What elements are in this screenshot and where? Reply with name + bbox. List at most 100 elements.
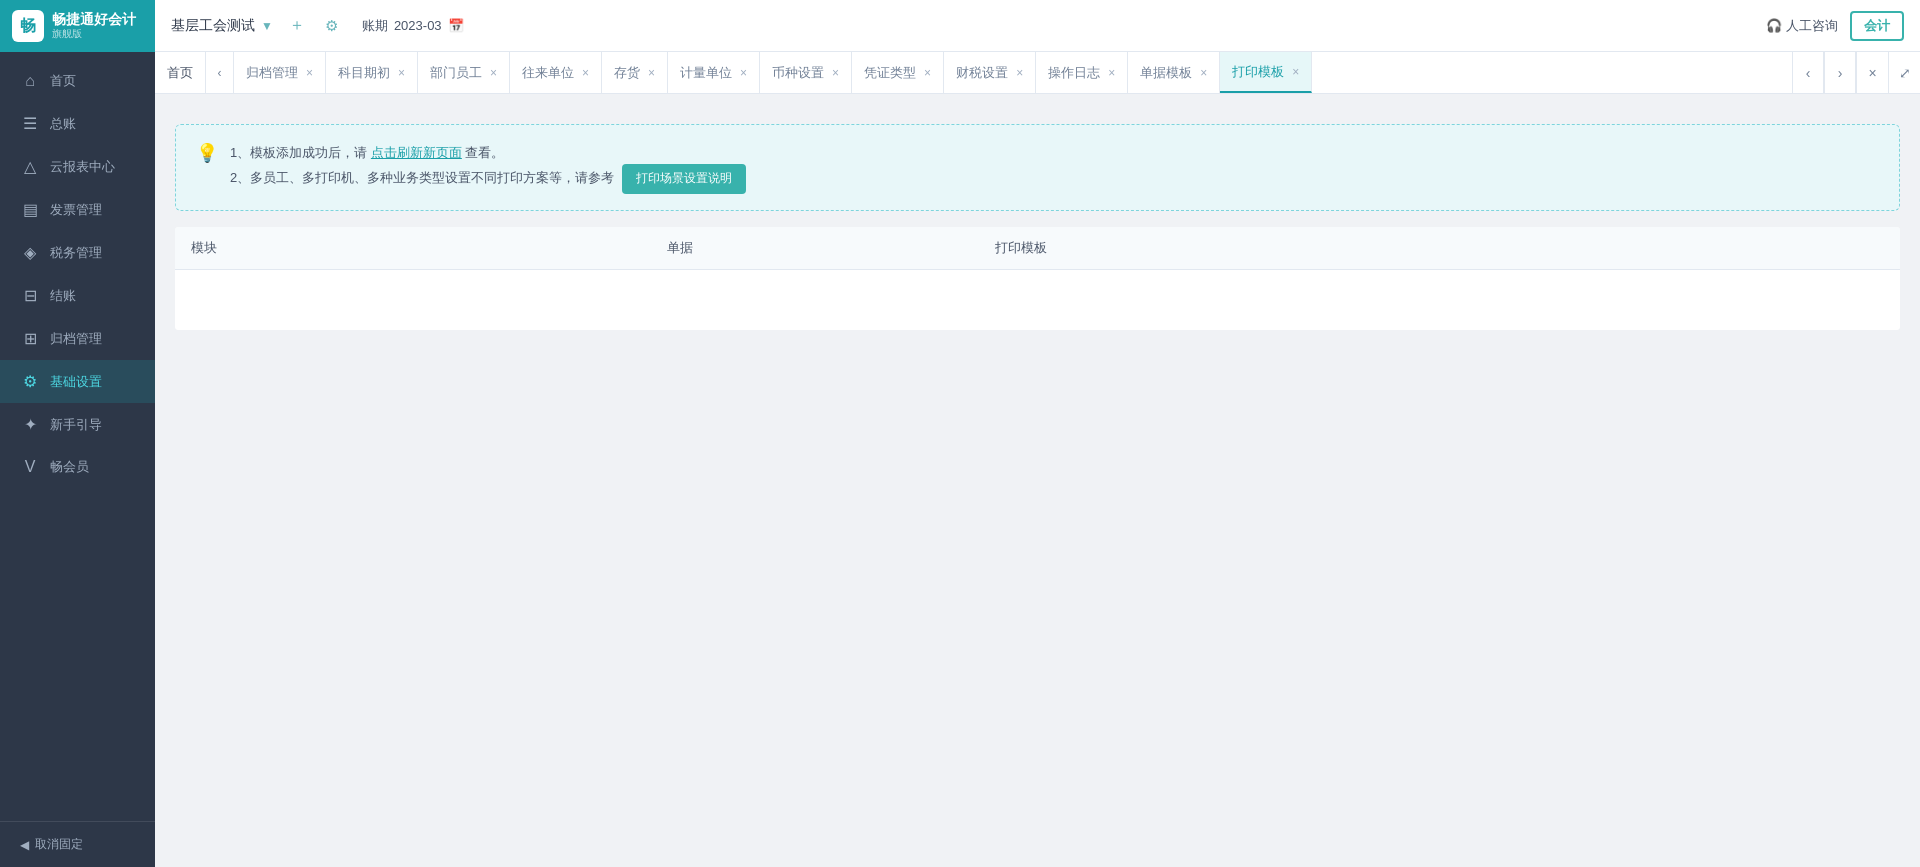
info-line1-end: 查看。 [465,145,504,160]
tab-unit-close[interactable]: × [740,66,747,80]
ledger-icon: ☰ [20,114,40,133]
tab-subject-close[interactable]: × [398,66,405,80]
tab-currency-close[interactable]: × [832,66,839,80]
tab-scroll-left[interactable]: ‹ [1792,52,1824,94]
info-line2-text: 2、多员工、多打印机、多种业务类型设置不同打印方案等，请参考 [230,170,614,185]
tab-archive-label: 归档管理 [246,64,298,82]
tab-actions: ‹ › × ⤢ [1792,52,1920,93]
sidebar-item-settings[interactable]: ⚙ 基础设置 [0,360,155,403]
tab-unit[interactable]: 计量单位 × [668,52,760,93]
sidebar-item-archive[interactable]: ⊞ 归档管理 [0,317,155,360]
company-dropdown-icon: ▼ [261,19,273,33]
logo-subtitle: 旗舰版 [52,27,136,41]
info-text-block: 1、模板添加成功后，请 点击刷新新页面 查看。 2、多员工、多打印机、多种业务类… [230,141,746,194]
sidebar-item-home[interactable]: ⌂ 首页 [0,60,155,102]
settings-gear-icon[interactable]: ⚙ [321,13,342,39]
sidebar-item-guide[interactable]: ✦ 新手引导 [0,403,155,446]
content-wrapper: 隐藏预置模板设置 💡 1、模板添加成功后，请 点击刷新新页面 查看。 2、多员工… [175,114,1900,330]
period-label: 账期 [362,17,388,35]
tab-currency-label: 币种设置 [772,64,824,82]
settings-icon: ⚙ [20,372,40,391]
sidebar-item-reports[interactable]: △ 云报表中心 [0,145,155,188]
sidebar-item-member-label: 畅会员 [50,458,89,476]
tab-voucher-label: 凭证类型 [864,64,916,82]
tab-supplier-close[interactable]: × [582,66,589,80]
sidebar-item-settlement-label: 结账 [50,287,76,305]
print-scene-button[interactable]: 打印场景设置说明 [622,164,746,194]
unpin-label: 取消固定 [35,836,83,853]
tab-home[interactable]: 首页 [155,52,206,93]
archive-icon: ⊞ [20,329,40,348]
sidebar-item-settings-label: 基础设置 [50,373,102,391]
tab-close-all[interactable]: × [1856,52,1888,94]
tab-archive[interactable]: 归档管理 × [234,52,326,93]
sidebar-item-member[interactable]: V 畅会员 [0,446,155,488]
member-icon: V [20,458,40,476]
settlement-icon: ⊟ [20,286,40,305]
tab-currency[interactable]: 币种设置 × [760,52,852,93]
tab-archive-close[interactable]: × [306,66,313,80]
tab-subject-label: 科目期初 [338,64,390,82]
table-header-print-template: 打印模板 [979,227,1900,269]
info-box-content: 💡 1、模板添加成功后，请 点击刷新新页面 查看。 2、多员工、多打印机、多种业… [196,141,1879,194]
info-box: 💡 1、模板添加成功后，请 点击刷新新页面 查看。 2、多员工、多打印机、多种业… [175,124,1900,211]
tab-dept[interactable]: 部门员工 × [418,52,510,93]
period-value: 2023-03 [394,18,442,33]
sidebar-item-ledger-label: 总账 [50,115,76,133]
tab-voucher-close[interactable]: × [924,66,931,80]
info-line1-text: 1、模板添加成功后，请 [230,145,367,160]
tab-expand[interactable]: ⤢ [1888,52,1920,94]
tab-oplog-label: 操作日志 [1048,64,1100,82]
tab-scroll-right[interactable]: › [1824,52,1856,94]
info-refresh-link[interactable]: 点击刷新新页面 [371,145,462,160]
tax-icon: ◈ [20,243,40,262]
tab-supplier[interactable]: 往来单位 × [510,52,602,93]
tab-taxset-close[interactable]: × [1016,66,1023,80]
sidebar-unpin-button[interactable]: ◀ 取消固定 [0,821,155,867]
topbar-right: 🎧 人工咨询 会计 [1766,11,1904,41]
tab-taxset[interactable]: 财税设置 × [944,52,1036,93]
topbar: 基层工会测试 ▼ ＋ ⚙ 账期 2023-03 📅 🎧 人工咨询 会计 [155,0,1920,52]
home-icon: ⌂ [20,72,40,90]
sidebar-item-ledger[interactable]: ☰ 总账 [0,102,155,145]
info-bulb-icon: 💡 [196,142,218,164]
tab-single[interactable]: 单据模板 × [1128,52,1220,93]
tab-stock-label: 存货 [614,64,640,82]
tab-oplog-close[interactable]: × [1108,66,1115,80]
sidebar-item-tax[interactable]: ◈ 税务管理 [0,231,155,274]
sidebar-item-invoice-label: 发票管理 [50,201,102,219]
calendar-icon[interactable]: 📅 [448,18,464,33]
tab-print[interactable]: 打印模板 × [1220,52,1312,93]
tabbar: 首页 ‹ 归档管理 × 科目期初 × 部门员工 × 往来单位 × 存货 × 计量… [155,52,1920,94]
add-company-button[interactable]: ＋ [285,11,309,40]
table-body-empty [175,270,1900,330]
tab-taxset-label: 财税设置 [956,64,1008,82]
sidebar-item-reports-label: 云报表中心 [50,158,115,176]
tab-single-close[interactable]: × [1200,66,1207,80]
logo-icon: 畅 [12,10,44,42]
sidebar-item-guide-label: 新手引导 [50,416,102,434]
kuaiji-button[interactable]: 会计 [1850,11,1904,41]
sidebar-item-archive-label: 归档管理 [50,330,102,348]
tab-dept-label: 部门员工 [430,64,482,82]
tab-dept-close[interactable]: × [490,66,497,80]
sidebar-logo: 畅 畅捷通好会计 旗舰版 [0,0,155,52]
table-header-single: 单据 [651,227,979,269]
tab-stock-close[interactable]: × [648,66,655,80]
tab-oplog[interactable]: 操作日志 × [1036,52,1128,93]
tab-subject[interactable]: 科目期初 × [326,52,418,93]
logo-text-block: 畅捷通好会计 旗舰版 [52,11,136,42]
company-name: 基层工会测试 [171,17,255,35]
company-selector[interactable]: 基层工会测试 ▼ [171,17,273,35]
tab-nav-left[interactable]: ‹ [206,52,234,93]
sidebar-item-settlement[interactable]: ⊟ 结账 [0,274,155,317]
guide-icon: ✦ [20,415,40,434]
tab-stock[interactable]: 存货 × [602,52,668,93]
info-line1: 1、模板添加成功后，请 点击刷新新页面 查看。 [230,141,746,164]
support-button[interactable]: 🎧 人工咨询 [1766,17,1838,35]
sidebar-item-invoice[interactable]: ▤ 发票管理 [0,188,155,231]
tab-supplier-label: 往来单位 [522,64,574,82]
support-label: 人工咨询 [1786,17,1838,35]
tab-print-close[interactable]: × [1292,65,1299,79]
tab-voucher[interactable]: 凭证类型 × [852,52,944,93]
